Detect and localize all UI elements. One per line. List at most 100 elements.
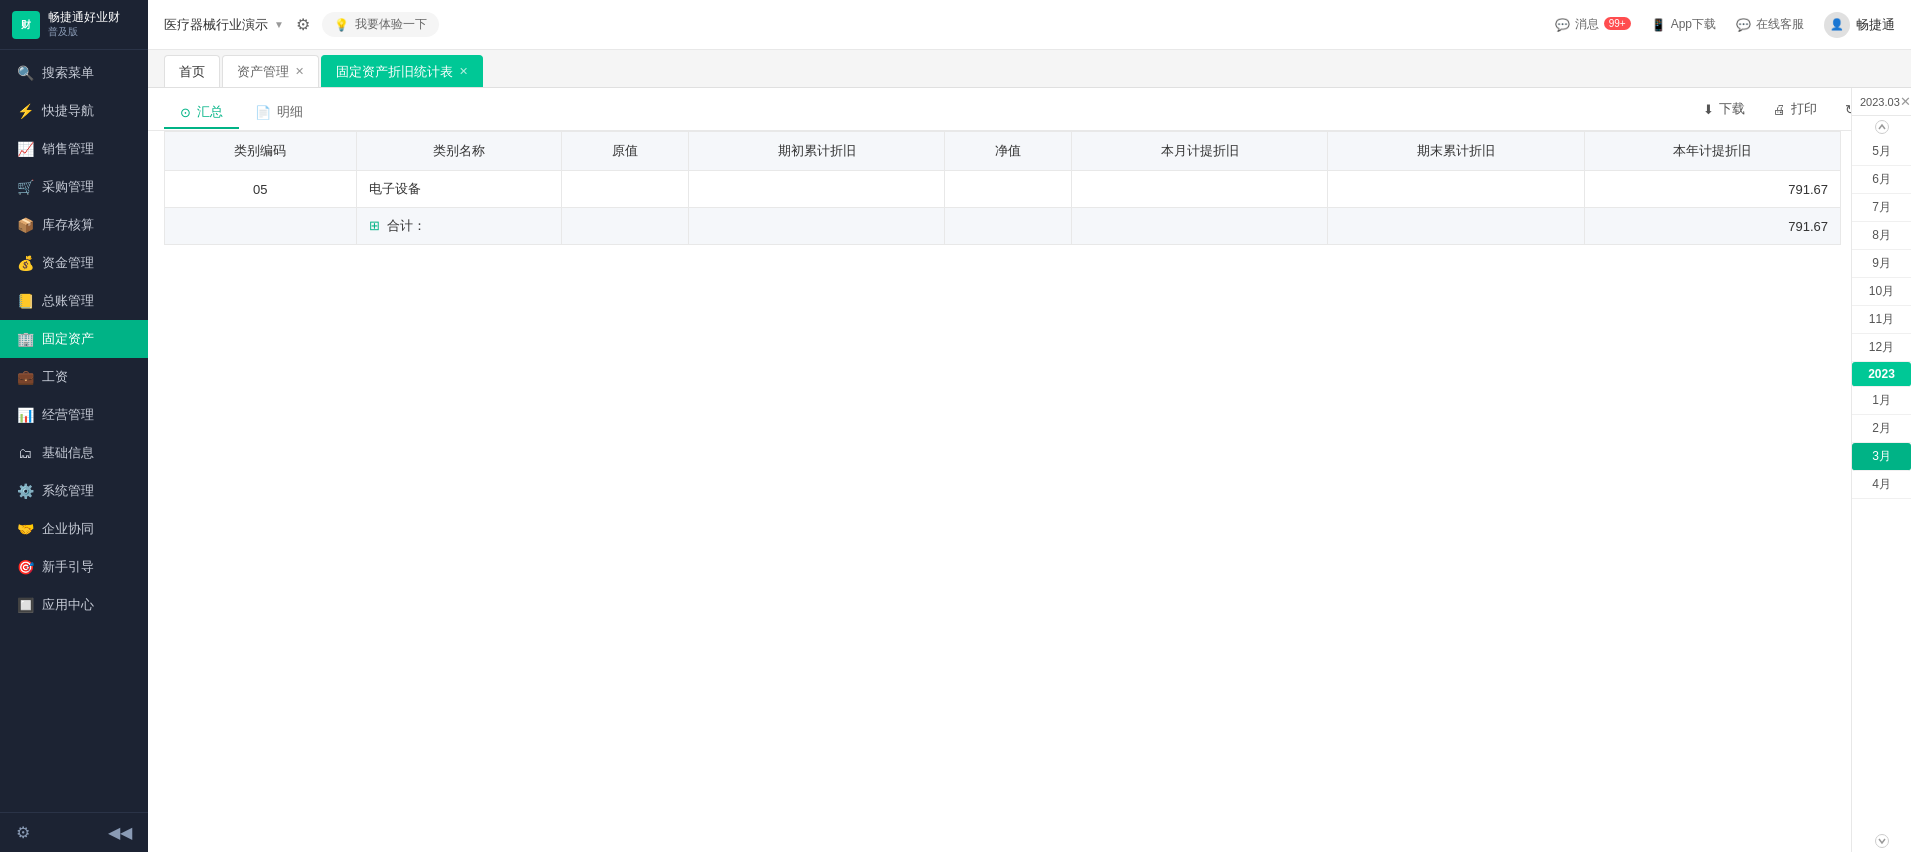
message-action[interactable]: 💬 消息 99+ [1555,16,1631,33]
month-3-2023[interactable]: 3月 [1852,443,1911,471]
download-button[interactable]: ⬇ 下载 [1695,96,1753,122]
search-icon: 🔍 [16,65,34,81]
sidebar-item-cooperation[interactable]: 🤝 企业协同 [0,510,148,548]
sidebar-item-fixedassets[interactable]: 🏢 固定资产 [0,320,148,358]
sidebar-item-basics-label: 基础信息 [42,444,94,462]
sidebar-item-ledger[interactable]: 📒 总账管理 [0,282,148,320]
col-name: 类别名称 [356,132,562,171]
sidebar-item-payroll-label: 工资 [42,368,68,386]
svg-point-1 [1875,835,1888,848]
topbar-settings-icon[interactable]: ⚙ [296,15,310,34]
month-5[interactable]: 5月 [1852,138,1911,166]
print-button[interactable]: 🖨 打印 [1765,96,1825,122]
online-service-action[interactable]: 💬 在线客服 [1736,16,1804,33]
sidebar-item-funds[interactable]: 💰 资金管理 [0,244,148,282]
logo-icon: 财 [12,11,40,39]
collapse-sidebar-icon[interactable]: ◀◀ [108,823,132,842]
sidebar-item-inventory[interactable]: 📦 库存核算 [0,206,148,244]
sidebar-item-apps[interactable]: 🔲 应用中心 [0,586,148,624]
table-row: 05 电子设备 791.67 [165,171,1841,208]
quicknav-icon: ⚡ [16,103,34,119]
user-avatar: 👤 [1824,12,1850,38]
topbar: 医疗器械行业演示 ▼ ⚙ 💡 我要体验一下 💬 消息 99+ 📱 App下载 💬… [148,0,1911,50]
sidebar-item-apps-label: 应用中心 [42,596,94,614]
col-net-value: 净值 [945,132,1072,171]
scroll-down-button[interactable] [1852,830,1911,852]
app-download-action[interactable]: 📱 App下载 [1651,16,1716,33]
system-icon: ⚙️ [16,483,34,499]
panel-months: 5月 6月 7月 8月 9月 10月 11月 12月 2023 1月 2月 3月… [1852,138,1911,830]
print-icon: 🖨 [1773,102,1786,117]
funds-icon: 💰 [16,255,34,271]
experience-btn[interactable]: 💡 我要体验一下 [322,12,439,37]
year-2023-badge[interactable]: 2023 [1852,362,1911,387]
sidebar-item-quicknav[interactable]: ⚡ 快捷导航 [0,92,148,130]
month-1-2023[interactable]: 1月 [1852,387,1911,415]
subtab-detail-label: 明细 [277,103,303,121]
total-label-cell [165,208,357,245]
sidebar-item-payroll[interactable]: 💼 工资 [0,358,148,396]
topbar-left: 医疗器械行业演示 ▼ ⚙ 💡 我要体验一下 [164,12,439,37]
download-icon: ⬇ [1703,102,1714,117]
total-expand-icon[interactable]: ⊞ [369,218,380,233]
tab-depreciation-table[interactable]: 固定资产折旧统计表 ✕ [321,55,483,87]
sidebar-item-guide-label: 新手引导 [42,558,94,576]
total-closing [1328,208,1584,245]
month-10[interactable]: 10月 [1852,278,1911,306]
month-12[interactable]: 12月 [1852,334,1911,362]
subtab-detail[interactable]: 📄 明细 [239,97,319,129]
sidebar-item-fixedassets-label: 固定资产 [42,330,94,348]
month-2-2023[interactable]: 2月 [1852,415,1911,443]
tab-asset-mgmt-label: 资产管理 [237,63,289,81]
row-closing [1328,171,1584,208]
ledger-icon: 📒 [16,293,34,309]
month-8[interactable]: 8月 [1852,222,1911,250]
inventory-icon: 📦 [16,217,34,233]
company-selector[interactable]: 医疗器械行业演示 ▼ [164,16,284,34]
total-original [562,208,689,245]
sidebar-item-search[interactable]: 🔍 搜索菜单 [0,54,148,92]
sidebar-item-system[interactable]: ⚙️ 系统管理 [0,472,148,510]
sidebar-item-inventory-label: 库存核算 [42,216,94,234]
tab-asset-mgmt[interactable]: 资产管理 ✕ [222,55,319,87]
total-annual: 791.67 [1584,208,1840,245]
tab-depreciation-close[interactable]: ✕ [459,65,468,78]
tabbar: 首页 资产管理 ✕ 固定资产折旧统计表 ✕ [148,50,1911,88]
total-net [945,208,1072,245]
row-code: 05 [165,171,357,208]
scroll-up-button[interactable] [1852,131,1911,138]
logo-text: 畅捷通好业财 [48,10,120,26]
sidebar-item-guide[interactable]: 🎯 新手引导 [0,548,148,586]
settings-bottom-icon[interactable]: ⚙ [16,823,30,842]
month-6[interactable]: 6月 [1852,166,1911,194]
company-name: 医疗器械行业演示 [164,16,268,34]
sidebar-item-funds-label: 资金管理 [42,254,94,272]
sidebar-item-purchase[interactable]: 🛒 采购管理 [0,168,148,206]
sidebar-item-operations[interactable]: 📊 经营管理 [0,396,148,434]
company-dropdown-icon: ▼ [274,19,284,30]
app-download-icon: 📱 [1651,18,1666,32]
row-opening-dep [689,171,945,208]
subtabs: ⊙ 汇总 📄 明细 [164,89,319,129]
col-monthly-dep: 本月计提折旧 [1072,132,1328,171]
sidebar-item-basics[interactable]: 🗂 基础信息 [0,434,148,472]
row-annual: 791.67 [1584,171,1840,208]
cooperation-icon: 🤝 [16,521,34,537]
month-9[interactable]: 9月 [1852,250,1911,278]
month-11[interactable]: 11月 [1852,306,1911,334]
tab-home[interactable]: 首页 [164,55,220,87]
main: 医疗器械行业演示 ▼ ⚙ 💡 我要体验一下 💬 消息 99+ 📱 App下载 💬… [148,0,1911,852]
fixedassets-icon: 🏢 [16,331,34,347]
tab-asset-mgmt-close[interactable]: ✕ [295,65,304,78]
content-area: ⊙ 汇总 📄 明细 ⬇ 下载 🖨 打印 ↻ [148,88,1911,852]
user-menu[interactable]: 👤 畅捷通 [1824,12,1895,38]
sidebar-item-sales-label: 销售管理 [42,140,94,158]
sidebar-item-sales[interactable]: 📈 销售管理 [0,130,148,168]
subtab-summary[interactable]: ⊙ 汇总 [164,97,239,129]
print-label: 打印 [1791,100,1817,118]
sidebar-item-ledger-label: 总账管理 [42,292,94,310]
month-7[interactable]: 7月 [1852,194,1911,222]
total-row: ⊞ 合计： 791.67 [165,208,1841,245]
online-service-icon: 💬 [1736,18,1751,32]
month-4-2023[interactable]: 4月 [1852,471,1911,499]
